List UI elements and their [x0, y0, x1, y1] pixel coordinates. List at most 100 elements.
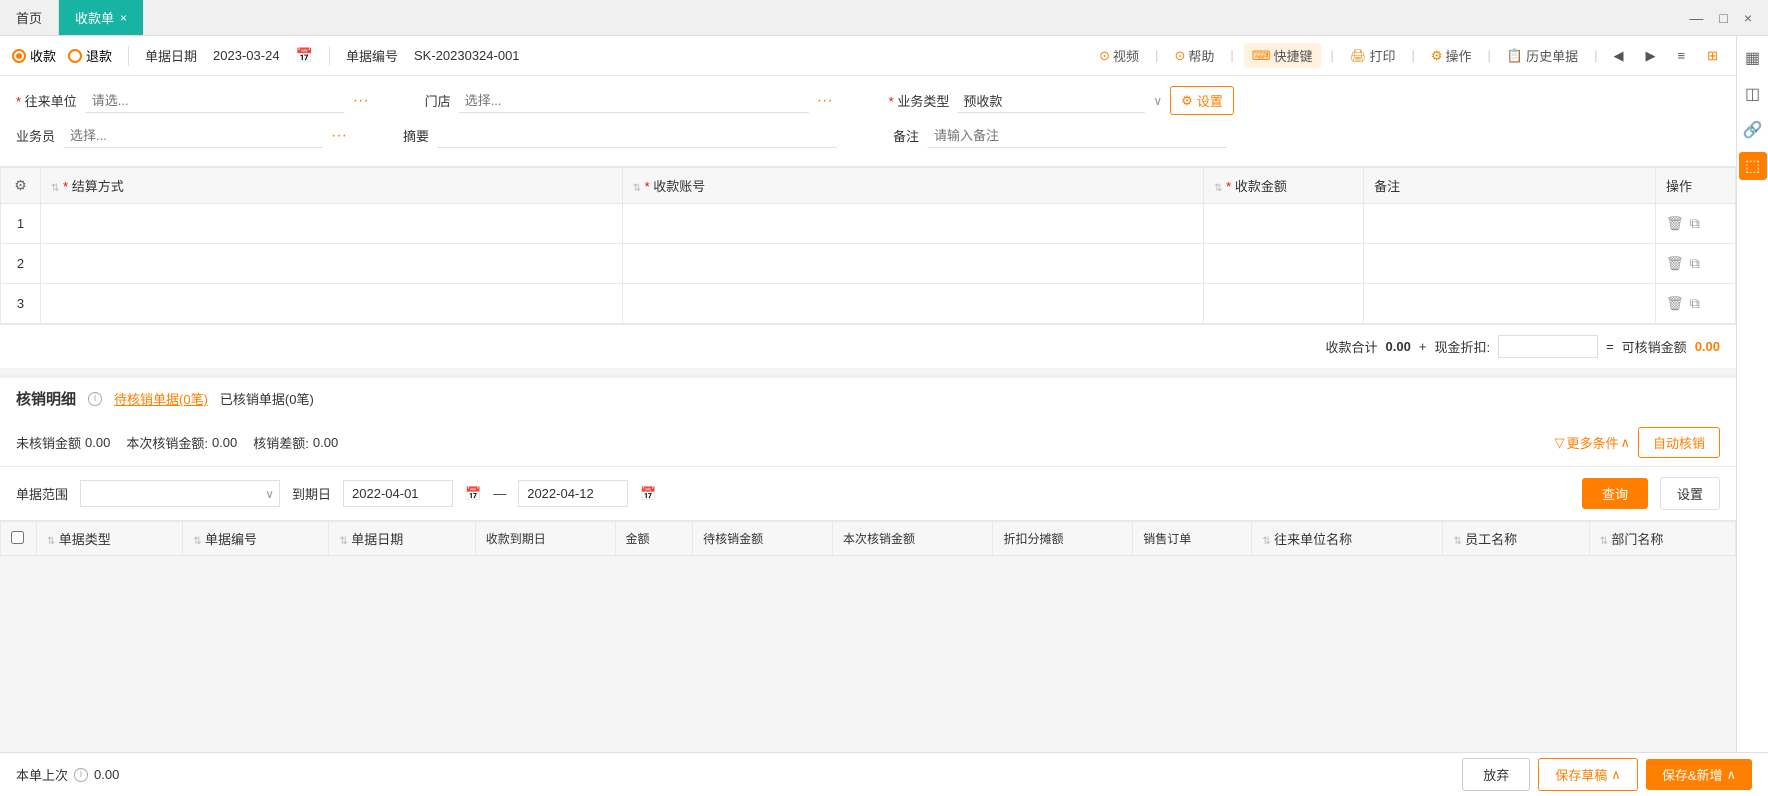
delete-icon[interactable]: 🗑 — [1666, 255, 1684, 272]
tab-home-label: 首页 — [16, 8, 42, 27]
discount-input[interactable] — [1498, 335, 1598, 358]
copy-icon[interactable]: ⧉ — [1690, 215, 1700, 232]
video-label: 视频 — [1113, 46, 1139, 65]
business-type-input[interactable] — [957, 89, 1145, 113]
sidebar-expand-icon[interactable]: ⬚ — [1739, 152, 1767, 180]
current-stat: 本次核销金额: 0.00 — [126, 433, 237, 452]
cell-amount-3[interactable] — [1204, 284, 1364, 324]
form-settings-button[interactable]: ⚙ 设置 — [1170, 86, 1234, 115]
more-conditions-link[interactable]: ▽ 更多条件 ∧ — [1554, 433, 1630, 452]
staff-more-icon[interactable]: ··· — [331, 127, 347, 145]
plus-sign: + — [1419, 339, 1427, 354]
calendar-from-icon[interactable]: 📅 — [465, 486, 481, 502]
diff-stat: 核销差额: 0.00 — [253, 433, 338, 452]
layout-button[interactable]: ≡ — [1672, 45, 1692, 66]
abandon-button[interactable]: 放弃 — [1462, 758, 1530, 791]
cell-settlement-3[interactable] — [41, 284, 623, 324]
cell-amount-2[interactable] — [1204, 244, 1364, 284]
number-value: SK-20230324-001 — [414, 48, 520, 63]
cell-remarks-2[interactable] — [1364, 244, 1656, 284]
cell-settlement-1[interactable] — [41, 204, 623, 244]
date-to-input[interactable] — [518, 480, 628, 507]
calendar-icon[interactable]: 📅 — [296, 47, 313, 64]
col-dept-header: ⇅ 部门名称 — [1589, 522, 1735, 556]
help-button[interactable]: ⊙ 帮助 — [1168, 43, 1220, 68]
radio-shoukuan[interactable]: 收款 — [12, 46, 56, 65]
cell-account-3[interactable] — [622, 284, 1204, 324]
sidebar-doc-icon[interactable]: ◫ — [1739, 80, 1767, 108]
cell-amount-1[interactable] — [1204, 204, 1364, 244]
done-tab[interactable]: 已核销单据(0笔) — [220, 389, 314, 408]
draft-button[interactable]: 保存草稿 ∧ — [1538, 758, 1638, 791]
filter-right: ▽ 更多条件 ∧ 自动核销 — [1554, 427, 1720, 458]
remarks-label: 备注 — [893, 126, 919, 145]
prev-button[interactable]: ◀ — [1608, 45, 1630, 67]
calendar-to-icon[interactable]: 📅 — [640, 486, 656, 502]
chevron-down-icon[interactable]: ∨ — [1153, 94, 1162, 108]
keyboard-icon: ⌨ — [1252, 48, 1271, 64]
toolbar-settings-button[interactable]: ⊞ — [1701, 45, 1724, 67]
query-form: 单据范围 ∨ 到期日 📅 — 📅 查询 设置 — [0, 466, 1736, 521]
settings-label: 设置 — [1197, 91, 1223, 110]
copy-icon[interactable]: ⧉ — [1690, 295, 1700, 312]
shortcut-button[interactable]: ⌨ 快捷键 — [1244, 43, 1321, 68]
maximize-button[interactable]: □ — [1715, 10, 1731, 26]
cell-account-1[interactable] — [622, 204, 1204, 244]
cell-remarks-3[interactable] — [1364, 284, 1656, 324]
save-button[interactable]: 保存&新增 ∧ — [1646, 759, 1752, 790]
tab-home[interactable]: 首页 — [0, 0, 59, 35]
save-label: 保存&新增 — [1662, 765, 1723, 784]
sidebar-link-icon[interactable]: 🔗 — [1739, 116, 1767, 144]
sidebar-table-icon[interactable]: ▦ — [1739, 44, 1767, 72]
col-action: 操作 — [1656, 168, 1736, 204]
footer-value: 0.00 — [94, 767, 119, 782]
auto-verify-button[interactable]: 自动核销 — [1638, 427, 1720, 458]
close-button[interactable]: × — [1740, 10, 1756, 26]
date-from-input[interactable] — [343, 480, 453, 507]
query-button[interactable]: 查询 — [1582, 478, 1648, 509]
delete-icon[interactable]: 🗑 — [1666, 215, 1684, 232]
date-dash: — — [493, 486, 506, 501]
current-value: 0.00 — [212, 435, 237, 450]
print-button[interactable]: 🖨 打印 — [1344, 43, 1402, 68]
summary-input[interactable] — [437, 124, 837, 148]
video-button[interactable]: ⊙ 视频 — [1093, 43, 1145, 68]
table-settings-icon[interactable]: ⚙ — [14, 177, 27, 193]
customer-more-icon[interactable]: ··· — [353, 92, 369, 110]
due-label: 到期日 — [292, 484, 331, 503]
next-icon: ▶ — [1646, 48, 1656, 64]
cell-settlement-2[interactable] — [41, 244, 623, 284]
customer-input[interactable] — [85, 88, 345, 113]
store-input[interactable] — [459, 89, 809, 113]
footer: 本单上次 i 0.00 放弃 保存草稿 ∧ 保存&新增 ∧ — [0, 752, 1768, 796]
col-type-header: ⇅ 单据类型 — [37, 522, 183, 556]
range-select[interactable] — [80, 480, 280, 507]
help-icon: ⊙ — [1174, 48, 1185, 64]
footer-info-icon[interactable]: i — [74, 768, 88, 782]
delete-icon[interactable]: 🗑 — [1666, 295, 1684, 312]
staff-input[interactable] — [63, 123, 323, 148]
next-button[interactable]: ▶ — [1640, 45, 1662, 67]
select-all-checkbox[interactable] — [11, 531, 24, 544]
info-icon[interactable]: i — [88, 392, 102, 406]
minimize-button[interactable]: — — [1685, 10, 1707, 26]
store-more-icon[interactable]: ··· — [817, 92, 833, 110]
radio-tuikuan[interactable]: 退款 — [68, 46, 112, 65]
cell-remarks-1[interactable] — [1364, 204, 1656, 244]
verification-title: 核销明细 — [16, 388, 76, 409]
date-label: 单据日期 — [145, 46, 197, 65]
table-row: 1 🗑 ⧉ — [1, 204, 1736, 244]
query-settings-button[interactable]: 设置 — [1660, 477, 1720, 510]
operation-button[interactable]: ⚙ 操作 — [1425, 43, 1478, 68]
copy-icon[interactable]: ⧉ — [1690, 255, 1700, 272]
history-button[interactable]: 📋 历史单据 — [1501, 43, 1584, 68]
this-order-label: 本单上次 — [16, 765, 68, 784]
pending-tab[interactable]: 待核销单据(0笔) — [114, 389, 208, 408]
col-remarks: 备注 — [1364, 168, 1656, 204]
summary-row: 收款合计 0.00 + 现金折扣: = 可核销金额 0.00 — [0, 324, 1736, 368]
cell-account-2[interactable] — [622, 244, 1204, 284]
tab-active[interactable]: 收款单 × — [59, 0, 143, 35]
total-label: 收款合计 — [1326, 337, 1378, 356]
close-icon[interactable]: × — [120, 11, 127, 25]
remarks-input[interactable] — [927, 123, 1227, 148]
